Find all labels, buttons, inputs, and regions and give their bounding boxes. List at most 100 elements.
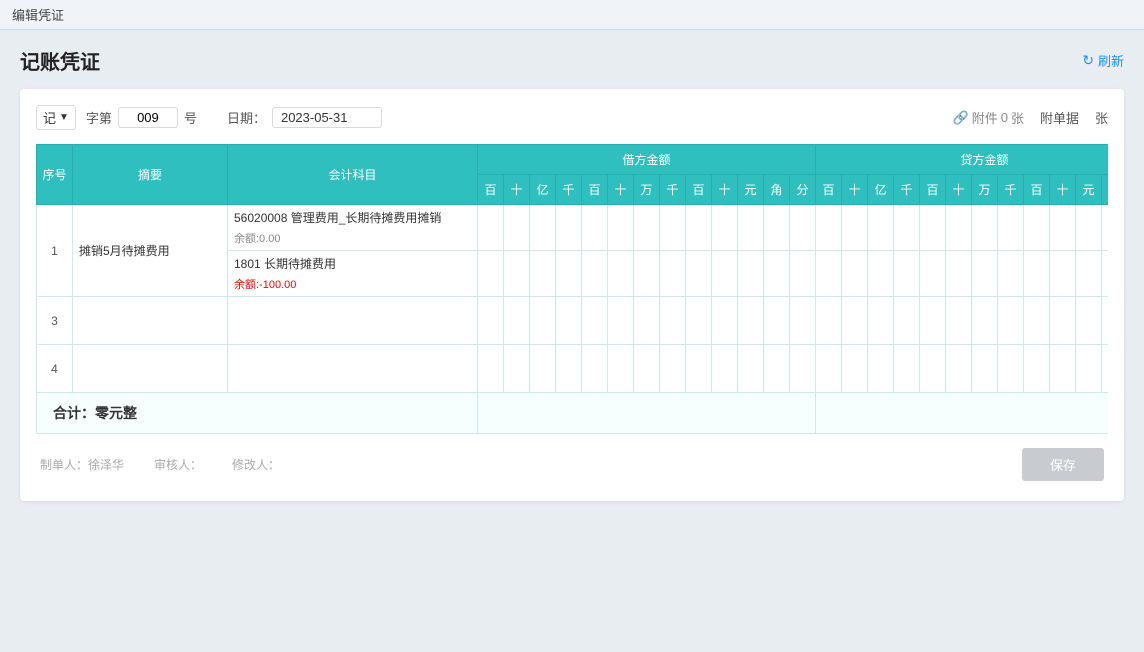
- row3-c12[interactable]: [1102, 297, 1109, 345]
- row1-c4[interactable]: [894, 205, 920, 251]
- row4-d4[interactable]: [556, 345, 582, 393]
- row4-d3[interactable]: [530, 345, 556, 393]
- row1-subject[interactable]: 56020008 管理费用_长期待摊费用摊销 余额:0.00: [228, 205, 478, 251]
- row4-d11[interactable]: [738, 345, 764, 393]
- row2-c3[interactable]: [868, 251, 894, 297]
- row1-d8[interactable]: [660, 205, 686, 251]
- row1-c3[interactable]: [868, 205, 894, 251]
- row3-d9[interactable]: [686, 297, 712, 345]
- row2-d9[interactable]: [686, 251, 712, 297]
- row1-c6[interactable]: [946, 205, 972, 251]
- row3-c7[interactable]: [972, 297, 998, 345]
- row1-d11[interactable]: [738, 205, 764, 251]
- row4-c6[interactable]: [946, 345, 972, 393]
- row3-c10[interactable]: [1050, 297, 1076, 345]
- row1-d10[interactable]: [712, 205, 738, 251]
- row1-d13[interactable]: [790, 205, 816, 251]
- row2-d10[interactable]: [712, 251, 738, 297]
- row3-d3[interactable]: [530, 297, 556, 345]
- row4-subject[interactable]: [228, 345, 478, 393]
- row1-c10[interactable]: [1050, 205, 1076, 251]
- row1-d12[interactable]: [764, 205, 790, 251]
- row4-c4[interactable]: [894, 345, 920, 393]
- row4-d2[interactable]: [504, 345, 530, 393]
- row2-c8[interactable]: [998, 251, 1024, 297]
- row2-c1[interactable]: [816, 251, 842, 297]
- row4-d10[interactable]: [712, 345, 738, 393]
- voucher-prefix-dropdown[interactable]: 记 ▼: [36, 105, 76, 130]
- row4-d7[interactable]: [634, 345, 660, 393]
- row1-c11[interactable]: [1076, 205, 1102, 251]
- row4-d12[interactable]: [764, 345, 790, 393]
- row1-c7[interactable]: [972, 205, 998, 251]
- row2-c5[interactable]: [920, 251, 946, 297]
- row4-c11[interactable]: [1076, 345, 1102, 393]
- row1-c1[interactable]: [816, 205, 842, 251]
- row1-d7[interactable]: [634, 205, 660, 251]
- row2-d2[interactable]: [504, 251, 530, 297]
- row3-d10[interactable]: [712, 297, 738, 345]
- row2-c7[interactable]: [972, 251, 998, 297]
- row4-c2[interactable]: [842, 345, 868, 393]
- row2-d5[interactable]: [582, 251, 608, 297]
- voucher-number-input[interactable]: [118, 107, 178, 128]
- row2-subject[interactable]: 1801 长期待摊费用 余额:-100.00: [228, 251, 478, 297]
- row4-abstract[interactable]: [73, 345, 228, 393]
- row4-d13[interactable]: [790, 345, 816, 393]
- row4-c12[interactable]: [1102, 345, 1109, 393]
- row3-abstract[interactable]: [73, 297, 228, 345]
- row3-c3[interactable]: [868, 297, 894, 345]
- row1-c5[interactable]: [920, 205, 946, 251]
- row3-c6[interactable]: [946, 297, 972, 345]
- row4-c7[interactable]: [972, 345, 998, 393]
- row1-c9[interactable]: [1024, 205, 1050, 251]
- row3-d12[interactable]: [764, 297, 790, 345]
- attach-link[interactable]: 🔗 附件 0 张: [953, 108, 1024, 127]
- row3-c8[interactable]: [998, 297, 1024, 345]
- row3-d6[interactable]: [608, 297, 634, 345]
- row2-c6[interactable]: [946, 251, 972, 297]
- row4-d8[interactable]: [660, 345, 686, 393]
- row1-c8[interactable]: [998, 205, 1024, 251]
- row3-d4[interactable]: [556, 297, 582, 345]
- row1-d3[interactable]: [530, 205, 556, 251]
- row3-c5[interactable]: [920, 297, 946, 345]
- row4-d1[interactable]: [478, 345, 504, 393]
- row4-d5[interactable]: [582, 345, 608, 393]
- row3-c11[interactable]: [1076, 297, 1102, 345]
- row3-c9[interactable]: [1024, 297, 1050, 345]
- row1-c2[interactable]: [842, 205, 868, 251]
- row4-c5[interactable]: [920, 345, 946, 393]
- row2-d3[interactable]: [530, 251, 556, 297]
- row3-d5[interactable]: [582, 297, 608, 345]
- row2-c12[interactable]: [1102, 251, 1109, 297]
- row1-d4[interactable]: [556, 205, 582, 251]
- row1-d9[interactable]: [686, 205, 712, 251]
- row2-c11[interactable]: [1076, 251, 1102, 297]
- row2-d6[interactable]: [608, 251, 634, 297]
- row1-d2[interactable]: [504, 205, 530, 251]
- row1-d1[interactable]: [478, 205, 504, 251]
- row3-c4[interactable]: [894, 297, 920, 345]
- row4-d6[interactable]: [608, 345, 634, 393]
- save-button[interactable]: 保存: [1022, 448, 1104, 481]
- row4-c8[interactable]: [998, 345, 1024, 393]
- row4-d9[interactable]: [686, 345, 712, 393]
- row2-c2[interactable]: [842, 251, 868, 297]
- row2-d7[interactable]: [634, 251, 660, 297]
- row1-c12[interactable]: [1102, 205, 1109, 251]
- row1-d6[interactable]: [608, 205, 634, 251]
- refresh-button[interactable]: ↻ 刷新: [1082, 51, 1124, 70]
- row3-d7[interactable]: [634, 297, 660, 345]
- row2-d12[interactable]: [764, 251, 790, 297]
- row3-subject[interactable]: [228, 297, 478, 345]
- row2-c4[interactable]: [894, 251, 920, 297]
- row3-d2[interactable]: [504, 297, 530, 345]
- row3-d11[interactable]: [738, 297, 764, 345]
- row3-c2[interactable]: [842, 297, 868, 345]
- row3-c1[interactable]: [816, 297, 842, 345]
- row2-c9[interactable]: [1024, 251, 1050, 297]
- row3-d1[interactable]: [478, 297, 504, 345]
- row3-d8[interactable]: [660, 297, 686, 345]
- row3-d13[interactable]: [790, 297, 816, 345]
